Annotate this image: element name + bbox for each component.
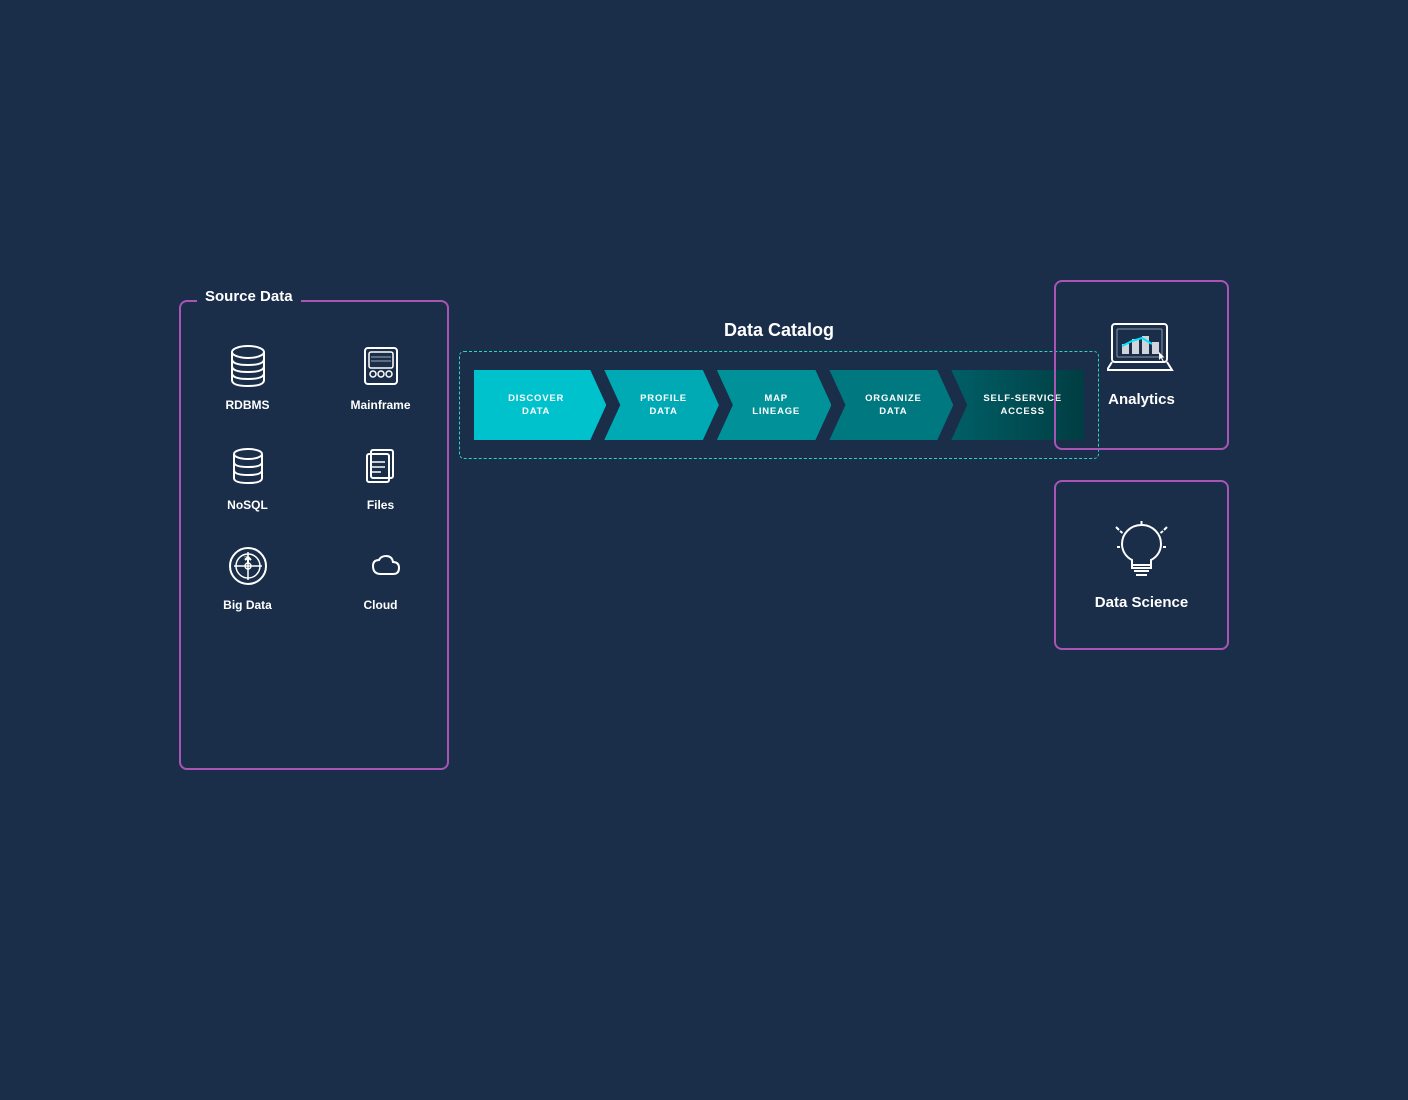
data-science-label: Data Science bbox=[1095, 594, 1188, 611]
source-data-label: Source Data bbox=[197, 288, 301, 305]
cloud-icon bbox=[357, 542, 405, 590]
source-item-files: Files bbox=[329, 442, 432, 512]
lightbulb-icon bbox=[1114, 520, 1169, 580]
source-label-nosql: NoSQL bbox=[227, 498, 268, 512]
source-item-bigdata: Big Data bbox=[196, 542, 299, 612]
data-catalog-title: Data Catalog bbox=[459, 320, 1099, 341]
pipeline: DISCOVER DATA PROFILE DATA MAP LINEAGE O… bbox=[474, 370, 1084, 440]
source-label-files: Files bbox=[367, 498, 394, 512]
bigdata-icon bbox=[224, 542, 272, 590]
data-science-box: Data Science bbox=[1054, 480, 1229, 650]
pipeline-step-map: MAP LINEAGE bbox=[717, 370, 832, 440]
analytics-label: Analytics bbox=[1108, 391, 1175, 408]
nosql-icon bbox=[224, 442, 272, 490]
source-label-cloud: Cloud bbox=[364, 598, 398, 612]
pipeline-step-discover: DISCOVER DATA bbox=[474, 370, 606, 440]
database-icon bbox=[224, 342, 272, 390]
mainframe-icon bbox=[357, 342, 405, 390]
source-item-rdbms: RDBMS bbox=[196, 342, 299, 412]
analytics-box: Analytics bbox=[1054, 280, 1229, 450]
data-catalog-wrapper: Data Catalog DISCOVER DATA PROFILE DATA bbox=[459, 320, 1099, 459]
files-icon bbox=[357, 442, 405, 490]
source-label-bigdata: Big Data bbox=[223, 598, 272, 612]
source-item-mainframe: Mainframe bbox=[329, 342, 432, 412]
pipeline-step-organize: ORGANIZE DATA bbox=[829, 370, 953, 440]
source-label-mainframe: Mainframe bbox=[350, 398, 410, 412]
source-data-box: Source Data RDBMS bbox=[179, 300, 449, 770]
pipeline-step-profile: PROFILE DATA bbox=[604, 370, 719, 440]
source-label-rdbms: RDBMS bbox=[226, 398, 270, 412]
analytics-icon bbox=[1107, 322, 1177, 377]
data-catalog-dashed-border: DISCOVER DATA PROFILE DATA MAP LINEAGE O… bbox=[459, 351, 1099, 459]
source-item-cloud: Cloud bbox=[329, 542, 432, 612]
source-item-nosql: NoSQL bbox=[196, 442, 299, 512]
